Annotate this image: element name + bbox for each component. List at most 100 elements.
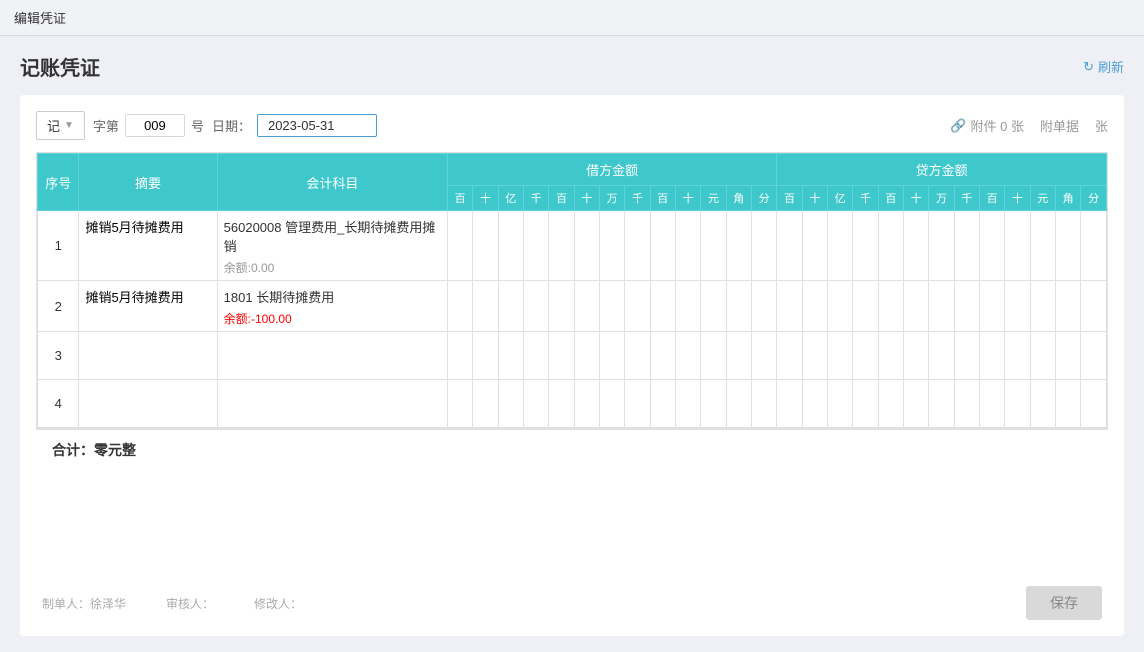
credit-cell-6[interactable] (904, 332, 929, 380)
debit-cell-2[interactable] (473, 211, 498, 281)
credit-cell-11[interactable] (1030, 211, 1055, 281)
debit-cell-11[interactable] (701, 332, 726, 380)
credit-cell-10[interactable] (1005, 332, 1030, 380)
row-account[interactable]: 1801 长期待摊费用余额:-100.00 (217, 281, 447, 332)
credit-cell-7[interactable] (929, 281, 954, 332)
row-summary[interactable] (79, 332, 217, 380)
debit-cell-3[interactable] (498, 281, 523, 332)
credit-cell-13[interactable] (1081, 380, 1107, 428)
debit-cell-12[interactable] (726, 380, 751, 428)
debit-cell-11[interactable] (701, 211, 726, 281)
credit-cell-5[interactable] (878, 380, 903, 428)
row-summary[interactable]: 摊销5月待摊费用 (79, 281, 217, 332)
debit-cell-4[interactable] (523, 281, 548, 332)
credit-cell-6[interactable] (904, 211, 929, 281)
credit-cell-1[interactable] (777, 380, 802, 428)
debit-cell-6[interactable] (574, 380, 599, 428)
credit-cell-12[interactable] (1055, 281, 1080, 332)
credit-cell-3[interactable] (828, 380, 853, 428)
debit-cell-8[interactable] (625, 380, 650, 428)
credit-cell-7[interactable] (929, 332, 954, 380)
credit-cell-8[interactable] (954, 380, 979, 428)
credit-cell-10[interactable] (1005, 281, 1030, 332)
credit-cell-4[interactable] (853, 211, 878, 281)
credit-cell-5[interactable] (878, 332, 903, 380)
debit-cell-10[interactable] (675, 281, 700, 332)
row-account[interactable]: 56020008 管理费用_长期待摊费用摊销余额:0.00 (217, 211, 447, 281)
debit-cell-8[interactable] (625, 211, 650, 281)
debit-cell-13[interactable] (751, 211, 776, 281)
credit-cell-4[interactable] (853, 281, 878, 332)
credit-cell-5[interactable] (878, 211, 903, 281)
credit-cell-8[interactable] (954, 281, 979, 332)
debit-cell-3[interactable] (498, 211, 523, 281)
debit-cell-5[interactable] (549, 380, 574, 428)
credit-cell-8[interactable] (954, 332, 979, 380)
debit-cell-13[interactable] (751, 332, 776, 380)
debit-cell-7[interactable] (599, 380, 624, 428)
debit-cell-5[interactable] (549, 211, 574, 281)
credit-cell-1[interactable] (777, 332, 802, 380)
credit-cell-7[interactable] (929, 211, 954, 281)
credit-cell-10[interactable] (1005, 380, 1030, 428)
credit-cell-12[interactable] (1055, 380, 1080, 428)
debit-cell-2[interactable] (473, 380, 498, 428)
credit-cell-13[interactable] (1081, 332, 1107, 380)
debit-cell-9[interactable] (650, 281, 675, 332)
credit-cell-2[interactable] (802, 332, 827, 380)
debit-cell-12[interactable] (726, 281, 751, 332)
row-account[interactable] (217, 332, 447, 380)
credit-cell-9[interactable] (979, 332, 1004, 380)
credit-cell-13[interactable] (1081, 281, 1107, 332)
debit-cell-1[interactable] (448, 380, 473, 428)
credit-cell-7[interactable] (929, 380, 954, 428)
debit-cell-7[interactable] (599, 211, 624, 281)
credit-cell-2[interactable] (802, 211, 827, 281)
row-summary[interactable]: 摊销5月待摊费用 (79, 211, 217, 281)
row-account[interactable] (217, 380, 447, 428)
credit-cell-9[interactable] (979, 281, 1004, 332)
credit-cell-9[interactable] (979, 380, 1004, 428)
debit-cell-9[interactable] (650, 380, 675, 428)
debit-cell-12[interactable] (726, 211, 751, 281)
refresh-button[interactable]: ↻ 刷新 (1083, 57, 1124, 76)
credit-cell-11[interactable] (1030, 380, 1055, 428)
row-summary[interactable] (79, 380, 217, 428)
credit-cell-6[interactable] (904, 281, 929, 332)
credit-cell-4[interactable] (853, 332, 878, 380)
debit-cell-10[interactable] (675, 211, 700, 281)
credit-cell-3[interactable] (828, 281, 853, 332)
debit-cell-11[interactable] (701, 281, 726, 332)
voucher-type-button[interactable]: 记 ▼ (36, 111, 85, 140)
credit-cell-13[interactable] (1081, 211, 1107, 281)
credit-cell-8[interactable] (954, 211, 979, 281)
debit-cell-1[interactable] (448, 281, 473, 332)
credit-cell-11[interactable] (1030, 281, 1055, 332)
credit-cell-11[interactable] (1030, 332, 1055, 380)
debit-cell-9[interactable] (650, 211, 675, 281)
debit-cell-6[interactable] (574, 211, 599, 281)
debit-cell-6[interactable] (574, 281, 599, 332)
debit-cell-13[interactable] (751, 281, 776, 332)
credit-cell-5[interactable] (878, 281, 903, 332)
save-button[interactable]: 保存 (1026, 586, 1102, 620)
debit-cell-10[interactable] (675, 332, 700, 380)
credit-cell-3[interactable] (828, 332, 853, 380)
credit-cell-2[interactable] (802, 281, 827, 332)
debit-cell-3[interactable] (498, 380, 523, 428)
credit-cell-9[interactable] (979, 211, 1004, 281)
debit-cell-4[interactable] (523, 332, 548, 380)
zi-number-input[interactable] (125, 114, 185, 137)
debit-cell-2[interactable] (473, 332, 498, 380)
debit-cell-11[interactable] (701, 380, 726, 428)
credit-cell-4[interactable] (853, 380, 878, 428)
debit-cell-5[interactable] (549, 281, 574, 332)
debit-cell-4[interactable] (523, 380, 548, 428)
credit-cell-1[interactable] (777, 281, 802, 332)
credit-cell-12[interactable] (1055, 332, 1080, 380)
debit-cell-7[interactable] (599, 332, 624, 380)
debit-cell-3[interactable] (498, 332, 523, 380)
debit-cell-1[interactable] (448, 332, 473, 380)
debit-cell-2[interactable] (473, 281, 498, 332)
debit-cell-5[interactable] (549, 332, 574, 380)
